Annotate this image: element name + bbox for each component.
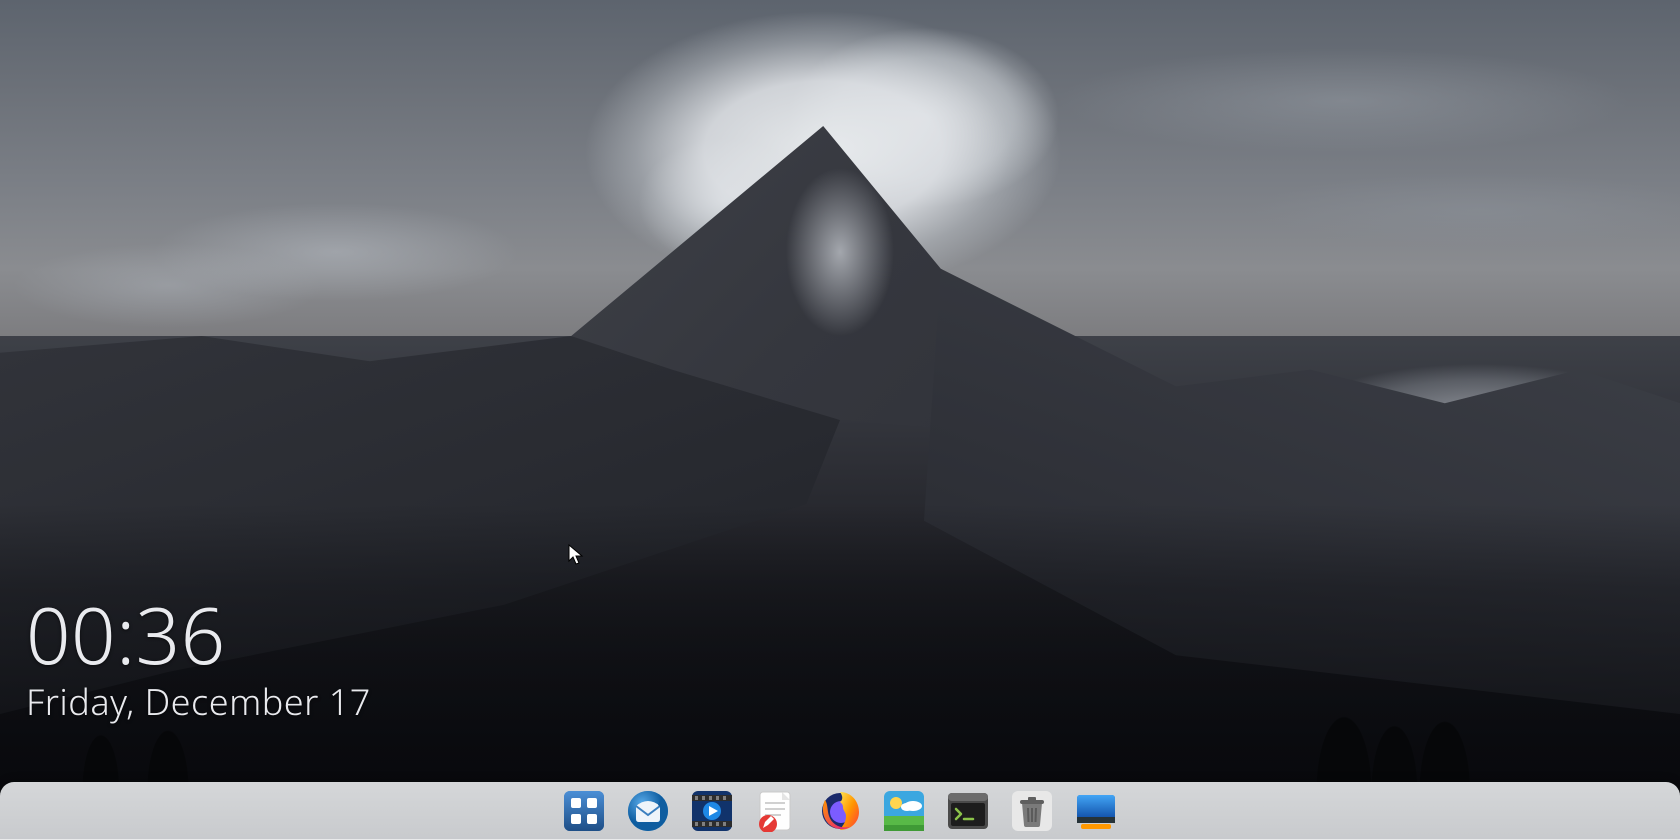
firefox-icon [819,790,861,832]
terminal-button[interactable] [947,790,989,832]
firefox-button[interactable] [819,790,861,832]
grid-apps-icon [563,790,605,832]
trash-icon [1011,790,1053,832]
desktop-monitor-icon [1075,790,1117,832]
weather-button[interactable] [883,790,925,832]
document-edit-icon [755,790,797,832]
desktop-wallpaper[interactable]: 00:36 Friday, December 17 [0,0,1680,840]
trash-button[interactable] [1011,790,1053,832]
app-launcher-button[interactable] [563,790,605,832]
taskbar [0,782,1680,840]
clock-time: 00:36 [26,595,371,673]
text-editor-button[interactable] [755,790,797,832]
thunderbird-button[interactable] [627,790,669,832]
weather-icon [883,790,925,832]
media-player-button[interactable] [691,790,733,832]
thunderbird-icon [627,790,669,832]
clock-date: Friday, December 17 [26,677,371,726]
media-player-icon [691,790,733,832]
file-manager-button[interactable] [1075,790,1117,832]
terminal-icon [947,790,989,832]
desktop-clock-widget: 00:36 Friday, December 17 [26,595,371,726]
